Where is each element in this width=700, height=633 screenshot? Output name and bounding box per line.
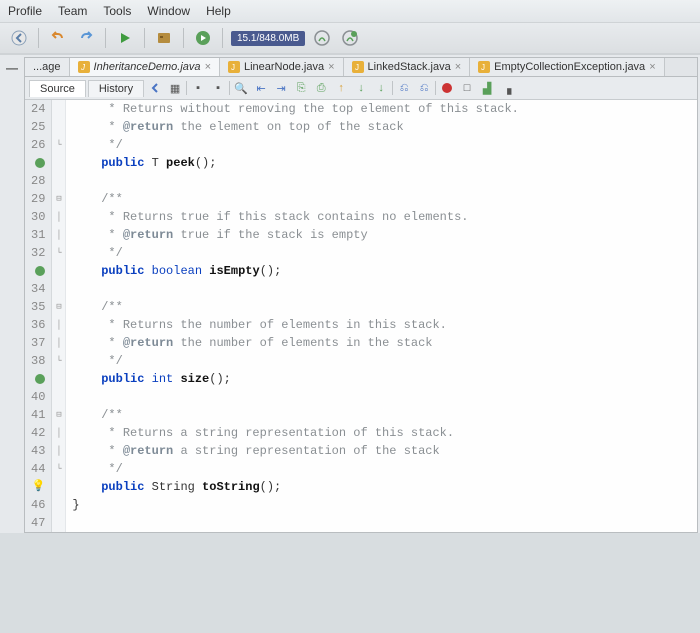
collapse-gutter[interactable]: — bbox=[0, 55, 24, 533]
svg-text:J: J bbox=[355, 63, 359, 72]
java-file-icon: J bbox=[352, 61, 364, 73]
down-icon[interactable]: ↓ bbox=[352, 79, 370, 97]
java-file-icon: J bbox=[478, 61, 490, 73]
close-icon[interactable]: × bbox=[455, 61, 461, 73]
subtab-source[interactable]: Source bbox=[29, 80, 86, 97]
svg-text:J: J bbox=[481, 63, 485, 72]
record-icon[interactable] bbox=[438, 79, 456, 97]
up-icon[interactable]: ↑ bbox=[332, 79, 350, 97]
down2-icon[interactable]: ↓ bbox=[372, 79, 390, 97]
tab-left-overflow[interactable]: ...age bbox=[25, 58, 70, 76]
menu-window[interactable]: Window bbox=[147, 4, 190, 18]
menu-bar: Profile Team Tools Window Help bbox=[0, 0, 700, 22]
comment-icon[interactable]: ⎘ bbox=[292, 79, 310, 97]
bookmark-icon[interactable]: ⎌ bbox=[395, 79, 413, 97]
shift-right-icon[interactable]: ⇥ bbox=[272, 79, 290, 97]
close-icon[interactable]: × bbox=[649, 61, 655, 73]
tab-inheritancedemo[interactable]: J InheritanceDemo.java × bbox=[70, 58, 220, 76]
svg-text:J: J bbox=[231, 63, 235, 72]
close-icon[interactable]: × bbox=[328, 61, 334, 73]
source-text[interactable]: * Returns without removing the top eleme… bbox=[66, 100, 697, 532]
back-icon[interactable] bbox=[8, 27, 30, 49]
toolbar-icon[interactable]: ▪ bbox=[189, 79, 207, 97]
editor-subtabs: Source History ▦ ▪ ▪ 🔍 ⇤ ⇥ ⎘ ⎙ ↑ ↓ ↓ ⎌ ⎌… bbox=[25, 77, 697, 100]
code-editor[interactable]: 242526282930313234353637384041424344💡464… bbox=[25, 100, 697, 532]
tab-label: LinearNode.java bbox=[244, 61, 324, 73]
menu-profile[interactable]: Profile bbox=[8, 4, 42, 18]
close-icon[interactable]: × bbox=[205, 61, 211, 73]
build-icon[interactable] bbox=[153, 27, 175, 49]
bookmark2-icon[interactable]: ⎌ bbox=[415, 79, 433, 97]
stop-icon[interactable]: □ bbox=[458, 79, 476, 97]
memory-indicator[interactable]: 15.1/848.0MB bbox=[231, 31, 305, 46]
run-icon[interactable] bbox=[114, 27, 136, 49]
fold-gutter[interactable]: └⊟││└⊟││└⊟││└ bbox=[52, 100, 66, 532]
debug-icon[interactable] bbox=[192, 27, 214, 49]
undo-icon[interactable] bbox=[47, 27, 69, 49]
end-icon[interactable]: ▗ bbox=[498, 79, 516, 97]
tab-label: InheritanceDemo.java bbox=[94, 61, 201, 73]
uncomment-icon[interactable]: ⎙ bbox=[312, 79, 330, 97]
nav-back-icon[interactable] bbox=[146, 79, 164, 97]
shift-left-icon[interactable]: ⇤ bbox=[252, 79, 270, 97]
redo-icon[interactable] bbox=[75, 27, 97, 49]
gc2-icon[interactable] bbox=[339, 27, 361, 49]
chart-icon[interactable]: ▟ bbox=[478, 79, 496, 97]
gc-icon[interactable] bbox=[311, 27, 333, 49]
tab-emptycollectionexception[interactable]: J EmptyCollectionException.java × bbox=[470, 58, 664, 76]
menu-team[interactable]: Team bbox=[58, 4, 87, 18]
nav-fwd-icon[interactable]: ▦ bbox=[166, 79, 184, 97]
tab-label: LinkedStack.java bbox=[368, 61, 451, 73]
editor-area: ...age J InheritanceDemo.java × J Linear… bbox=[24, 57, 698, 533]
tab-linkedstack[interactable]: J LinkedStack.java × bbox=[344, 58, 471, 76]
menu-help[interactable]: Help bbox=[206, 4, 231, 18]
tab-linearnode[interactable]: J LinearNode.java × bbox=[220, 58, 344, 76]
main-toolbar: 15.1/848.0MB bbox=[0, 22, 700, 54]
menu-tools[interactable]: Tools bbox=[103, 4, 131, 18]
java-file-icon: J bbox=[228, 61, 240, 73]
java-file-icon: J bbox=[78, 61, 90, 73]
subtab-history[interactable]: History bbox=[88, 80, 144, 97]
tab-overflow-label: ...age bbox=[33, 61, 61, 73]
tab-label: EmptyCollectionException.java bbox=[494, 61, 645, 73]
find-icon[interactable]: 🔍 bbox=[232, 79, 250, 97]
editor-wrap: — ...age J InheritanceDemo.java × J Line… bbox=[0, 54, 700, 533]
toolbar-icon[interactable]: ▪ bbox=[209, 79, 227, 97]
line-number-gutter: 242526282930313234353637384041424344💡464… bbox=[25, 100, 52, 532]
file-tabs: ...age J InheritanceDemo.java × J Linear… bbox=[25, 58, 697, 77]
